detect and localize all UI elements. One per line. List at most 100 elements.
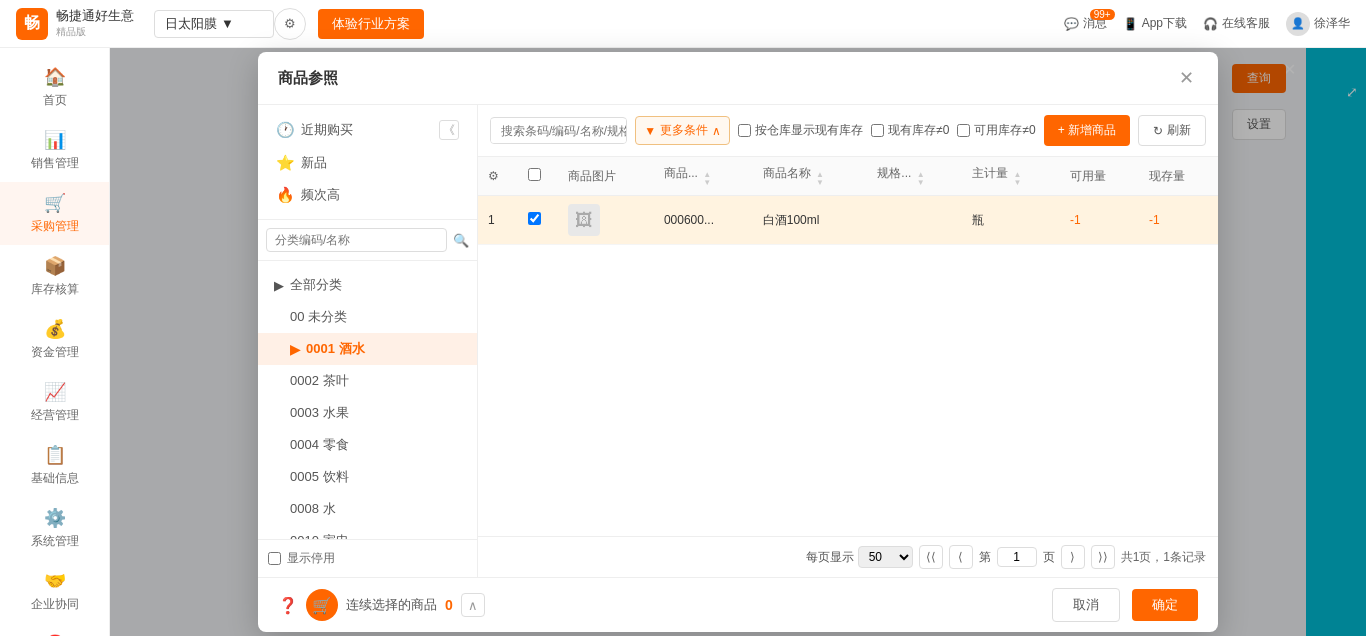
th-stock[interactable]: 现存量 [1139, 157, 1218, 196]
quick-nav-recent[interactable]: 🕐 近期购买 《 [266, 113, 469, 147]
quick-nav-freq[interactable]: 🔥 频次高 [266, 179, 469, 211]
content-area: 查询 设置 ✕ ⤢ 商品参照 ✕ [110, 48, 1366, 636]
th-settings[interactable]: ⚙ [478, 157, 518, 196]
user-item[interactable]: 👤 徐泽华 [1286, 12, 1350, 36]
show-disabled-input[interactable] [268, 552, 281, 565]
th-available[interactable]: 可用量 [1060, 157, 1139, 196]
left-panel: 🕐 近期购买 《 ⭐ 新品 🔥 频次高 [258, 105, 478, 577]
td-name: 白酒100ml [753, 196, 868, 245]
td-row-num: 1 [478, 196, 518, 245]
warehouse-stock-checkbox[interactable]: 按仓库显示现有库存 [738, 122, 863, 139]
show-disabled-checkbox[interactable]: 显示停用 [268, 550, 467, 567]
cat-drink-label: 0005 饮料 [290, 468, 349, 486]
refresh-button[interactable]: ↻ 刷新 [1138, 115, 1206, 146]
sidebar-label-finance: 资金管理 [31, 344, 79, 361]
logo-sub: 精品版 [56, 25, 134, 39]
product-reference-modal: 商品参照 ✕ 🕐 近期购买 《 ⭐ [258, 52, 1218, 632]
page-size-select: 每页显示 50 10 20 100 [806, 546, 913, 568]
collapse-nav-button[interactable]: 《 [439, 120, 459, 140]
app-download-item[interactable]: 📱 App下载 [1123, 15, 1187, 32]
page-input[interactable] [997, 547, 1037, 567]
message-badge: 99+ [1090, 9, 1115, 20]
confirm-button[interactable]: 确定 [1132, 589, 1198, 621]
message-icon-item[interactable]: 💬 消息 99+ [1064, 15, 1107, 32]
page-first-button[interactable]: ⟨⟨ [919, 545, 943, 569]
th-spec[interactable]: 规格... ▲▼ [867, 157, 962, 196]
sidebar-item-collab[interactable]: 🤝 企业协同 [0, 560, 109, 623]
sidebar-item-sales[interactable]: 📊 销售管理 [0, 119, 109, 182]
page-next-button[interactable]: ⟩ [1061, 545, 1085, 569]
sidebar-item-purchase[interactable]: 🛒 采购管理 [0, 182, 109, 245]
cat-liquor[interactable]: ▶ 0001 酒水 [258, 333, 477, 365]
sidebar-label-business: 经营管理 [31, 407, 79, 424]
td-code: 000600... [654, 196, 753, 245]
system-icon: ⚙️ [44, 507, 66, 529]
th-code[interactable]: 商品... ▲▼ [654, 157, 753, 196]
cancel-button[interactable]: 取消 [1052, 588, 1120, 622]
cat-appliance[interactable]: 0010 家电 [258, 525, 477, 539]
th-img-label: 商品图片 [568, 169, 616, 183]
per-page-dropdown[interactable]: 50 10 20 100 [858, 546, 913, 568]
filter-more-button[interactable]: ▼ 更多条件 ∧ [635, 116, 730, 145]
sort-code-icon: ▲▼ [703, 171, 711, 187]
online-service-item[interactable]: 🎧 在线客服 [1203, 15, 1270, 32]
sidebar-item-system[interactable]: ⚙️ 系统管理 [0, 497, 109, 560]
avatar: 👤 [1286, 12, 1310, 36]
td-spec [867, 196, 962, 245]
sidebar-item-finance[interactable]: 💰 资金管理 [0, 308, 109, 371]
sidebar-item-home[interactable]: 🏠 首页 [0, 56, 109, 119]
sidebar-item-guide[interactable]: 🎯 新手引导 [0, 623, 109, 636]
cat-appliance-label: 0010 家电 [290, 532, 349, 539]
product-search-bar: 🔍 [490, 117, 627, 144]
category-search-icon[interactable]: 🔍 [453, 233, 469, 248]
product-search-input[interactable] [491, 119, 627, 143]
cat-snack[interactable]: 0004 零食 [258, 429, 477, 461]
help-icon[interactable]: ❓ [278, 596, 298, 615]
category-search-input[interactable] [266, 228, 447, 252]
inventory-icon: 📦 [44, 255, 66, 277]
exp-btn[interactable]: 体验行业方案 [318, 9, 424, 39]
sales-icon: 📊 [44, 129, 66, 151]
category-search-row: 🔍 [258, 220, 477, 261]
sidebar-item-basic[interactable]: 📋 基础信息 [0, 434, 109, 497]
cat-all[interactable]: ▶ 全部分类 [258, 269, 477, 301]
sidebar-item-inventory[interactable]: 📦 库存核算 [0, 245, 109, 308]
available-stock-input[interactable] [871, 124, 884, 137]
cat-snack-label: 0004 零食 [290, 436, 349, 454]
modal-title: 商品参照 [278, 69, 338, 88]
sidebar: 🏠 首页 📊 销售管理 🛒 采购管理 📦 库存核算 💰 资金管理 📈 经 [0, 48, 110, 636]
quick-nav: 🕐 近期购买 《 ⭐ 新品 🔥 频次高 [258, 105, 477, 220]
th-unit[interactable]: 主计量 ▲▼ [962, 157, 1060, 196]
settings-button[interactable]: ⚙ [274, 8, 306, 40]
td-checkbox[interactable] [518, 196, 558, 245]
page-prev-button[interactable]: ⟨ [949, 545, 973, 569]
table-row[interactable]: 1 🖼 000600... 白酒100ml [478, 196, 1218, 245]
add-product-button[interactable]: + 新增商品 [1044, 115, 1130, 146]
modal-body: 🕐 近期购买 《 ⭐ 新品 🔥 频次高 [258, 105, 1218, 577]
collapse-up-button[interactable]: ∧ [461, 593, 485, 617]
usable-stock-checkbox[interactable]: 可用库存≠0 [957, 122, 1035, 139]
cat-drink[interactable]: 0005 饮料 [258, 461, 477, 493]
cat-tea[interactable]: 0002 茶叶 [258, 365, 477, 397]
select-all-checkbox[interactable] [528, 168, 541, 181]
sidebar-item-business[interactable]: 📈 经营管理 [0, 371, 109, 434]
quick-nav-new[interactable]: ⭐ 新品 [266, 147, 469, 179]
th-img: 商品图片 [558, 157, 654, 196]
message-icon: 💬 [1064, 17, 1079, 31]
th-checkbox[interactable] [518, 157, 558, 196]
usable-stock-input[interactable] [957, 124, 970, 137]
th-name[interactable]: 商品名称 ▲▼ [753, 157, 868, 196]
cat-water[interactable]: 0008 水 [258, 493, 477, 525]
warehouse-stock-input[interactable] [738, 124, 751, 137]
available-stock-checkbox[interactable]: 现有库存≠0 [871, 122, 949, 139]
modal-close-button[interactable]: ✕ [1174, 66, 1198, 90]
cat-unclassified[interactable]: 00 未分类 [258, 301, 477, 333]
available-stock-label: 现有库存≠0 [888, 122, 949, 139]
store-selector[interactable]: 日太阳膜 ▼ [154, 10, 274, 38]
page-last-button[interactable]: ⟩⟩ [1091, 545, 1115, 569]
cat-fruit[interactable]: 0003 水果 [258, 397, 477, 429]
logo: 畅 畅捷通好生意 精品版 [16, 8, 134, 40]
row-checkbox[interactable] [528, 212, 541, 225]
refresh-icon: ↻ [1153, 124, 1163, 138]
filter-icon: ▼ [644, 124, 656, 138]
